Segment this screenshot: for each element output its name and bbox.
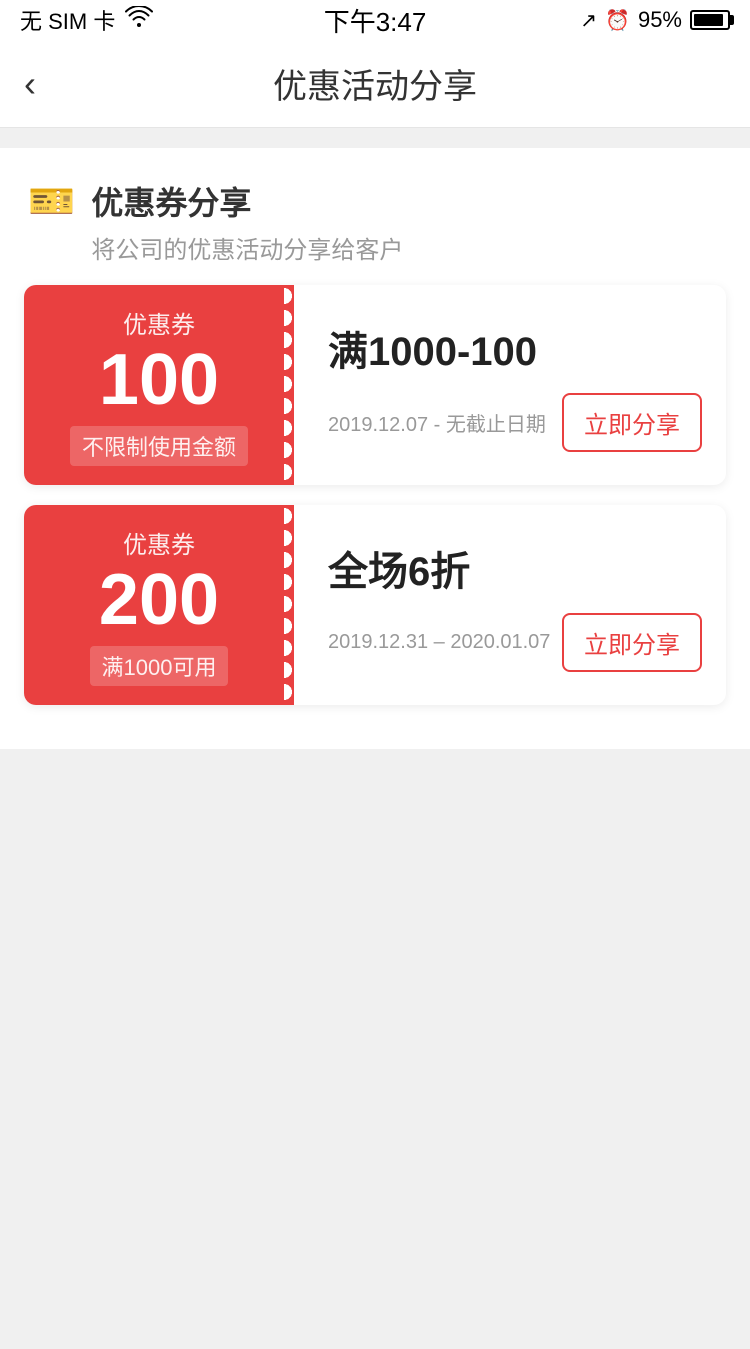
battery-fill xyxy=(694,14,723,26)
coupon-bottom-row-2: 2019.12.31 – 2020.01.07 立即分享 xyxy=(328,613,702,672)
section-subtitle: 将公司的优惠活动分享给客户 xyxy=(91,230,403,265)
battery-percent: 95% xyxy=(638,7,682,33)
section-text: 优惠券分享 将公司的优惠活动分享给客户 xyxy=(91,178,403,265)
coupon-label-1: 优惠券 xyxy=(123,305,195,340)
coupon-list: 优惠券 100 不限制使用金额 满1000-100 2019.12.07 - 无… xyxy=(0,285,750,749)
share-button-1[interactable]: 立即分享 xyxy=(562,393,702,452)
coupon-right-1: 满1000-100 2019.12.07 - 无截止日期 立即分享 xyxy=(294,285,726,485)
coupon-amount-2: 200 xyxy=(99,564,219,636)
coupon-amount-1: 100 xyxy=(99,344,219,416)
page-title: 优惠活动分享 xyxy=(273,59,477,108)
battery-icon xyxy=(690,10,730,30)
coupon-condition-1: 不限制使用金额 xyxy=(70,426,248,466)
status-left: 无 SIM 卡 xyxy=(20,4,153,36)
coupon-date-1: 2019.12.07 - 无截止日期 xyxy=(328,408,546,437)
coupon-name-1: 满1000-100 xyxy=(328,319,702,377)
coupon-condition-2: 满1000可用 xyxy=(90,646,229,686)
nav-bar: ‹ 优惠活动分享 xyxy=(0,40,750,128)
carrier-text: 无 SIM 卡 xyxy=(20,4,115,36)
wifi-icon xyxy=(125,6,153,34)
bottom-area xyxy=(0,749,750,1349)
back-button[interactable]: ‹ xyxy=(24,63,36,105)
coupon-right-2: 全场6折 2019.12.31 – 2020.01.07 立即分享 xyxy=(294,505,726,705)
coupon-bottom-row-1: 2019.12.07 - 无截止日期 立即分享 xyxy=(328,393,702,452)
coupon-card-2: 优惠券 200 满1000可用 全场6折 2019.12.31 – 2020.0… xyxy=(24,505,726,705)
status-right: ↗ ⏰ 95% xyxy=(580,7,730,33)
location-icon: ↗ xyxy=(580,8,597,33)
section-header: 🎫 优惠券分享 将公司的优惠活动分享给客户 xyxy=(0,148,750,285)
coupon-name-2: 全场6折 xyxy=(328,539,702,597)
status-bar: 无 SIM 卡 下午3:47 ↗ ⏰ 95% xyxy=(0,0,750,40)
coupon-card-1: 优惠券 100 不限制使用金额 满1000-100 2019.12.07 - 无… xyxy=(24,285,726,485)
top-divider xyxy=(0,128,750,148)
share-button-2[interactable]: 立即分享 xyxy=(562,613,702,672)
alarm-icon: ⏰ xyxy=(605,8,630,33)
section-icon: 🎫 xyxy=(28,180,75,224)
status-time: 下午3:47 xyxy=(324,2,427,39)
coupon-date-2: 2019.12.31 – 2020.01.07 xyxy=(328,631,550,654)
coupon-label-2: 优惠券 xyxy=(123,525,195,560)
coupon-left-1: 优惠券 100 不限制使用金额 xyxy=(24,285,294,485)
section-title: 优惠券分享 xyxy=(91,178,403,224)
coupon-left-2: 优惠券 200 满1000可用 xyxy=(24,505,294,705)
